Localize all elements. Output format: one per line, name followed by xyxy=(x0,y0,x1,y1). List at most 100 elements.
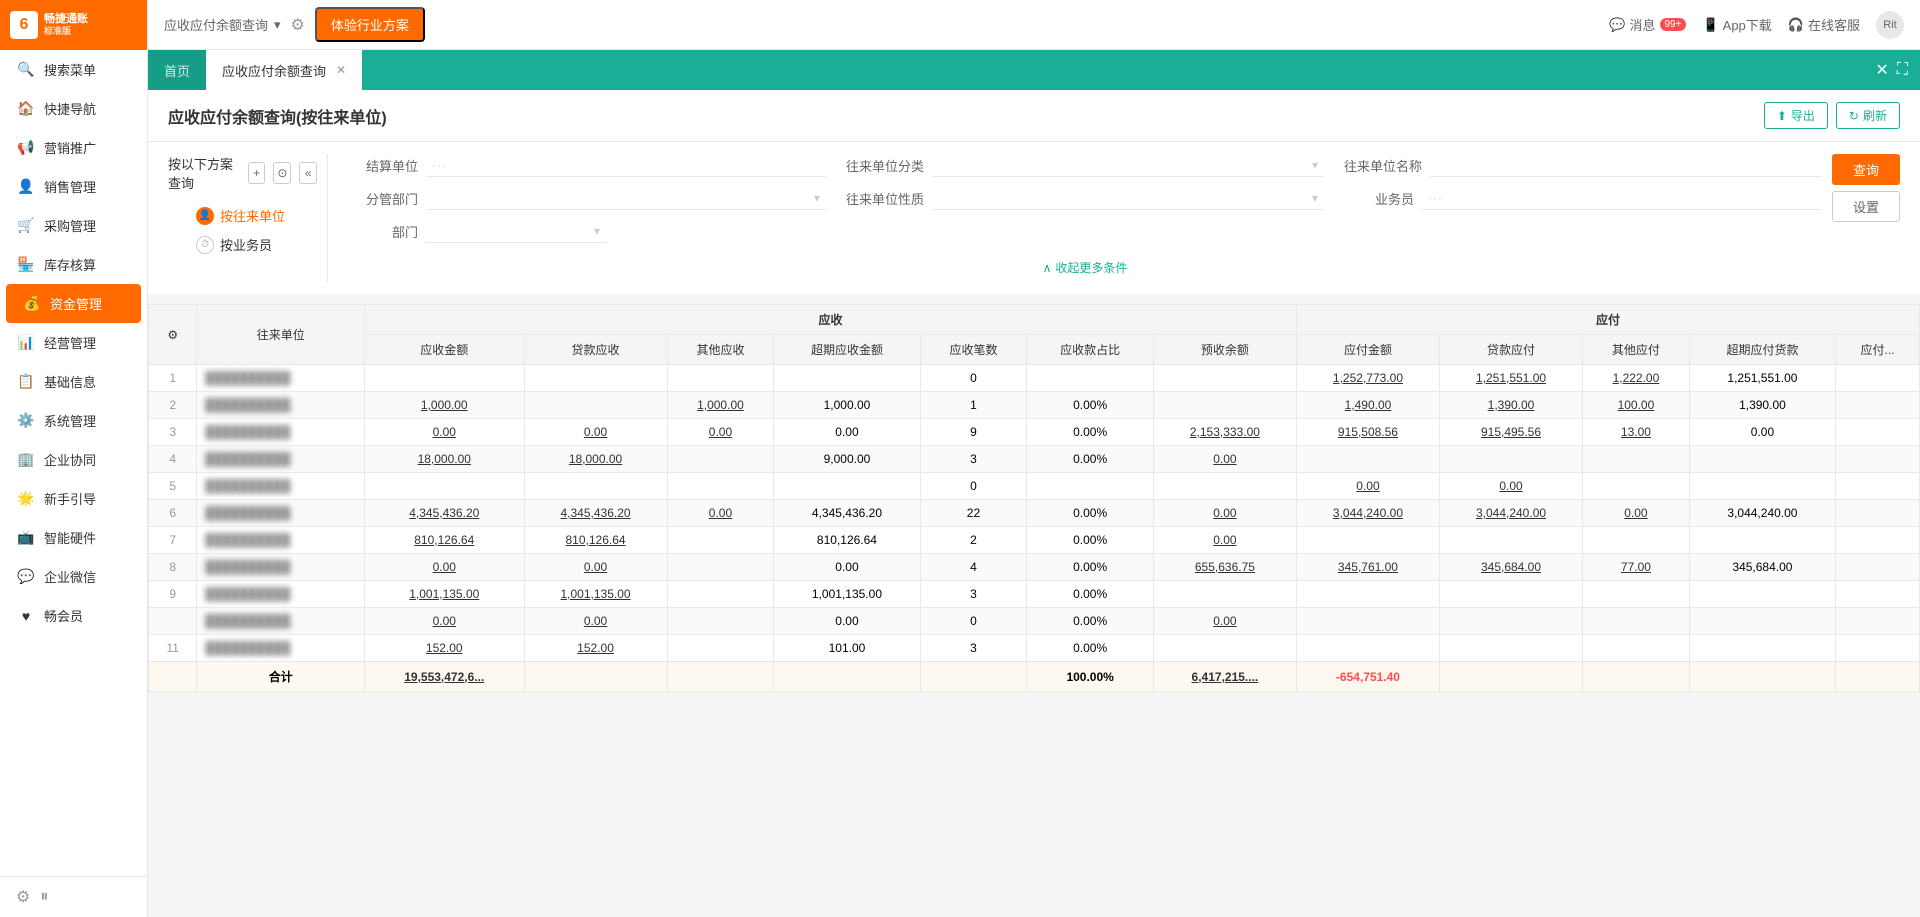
footer-ar-ratio: 100.00% xyxy=(1027,662,1154,692)
vendor-name-input[interactable] xyxy=(1430,154,1822,177)
table-settings-icon[interactable]: ⚙ xyxy=(167,328,178,342)
footer-ap-other xyxy=(1583,662,1690,692)
sidebar-item-search-menu[interactable]: 🔍 搜索菜单 xyxy=(0,50,147,89)
vendor-nature-select[interactable]: ▾ xyxy=(932,187,1324,210)
home-icon: 🏠 xyxy=(16,100,36,117)
filter-form: 结算单位 ··· 往来单位分类 ▾ xyxy=(348,154,1822,282)
sidebar-item-corp[interactable]: 🏢 企业协同 xyxy=(0,440,147,479)
sidebar-label-quicknav: 快捷导航 xyxy=(44,99,96,118)
vendor-nature-label: 往来单位性质 xyxy=(846,189,924,208)
sidebar-collapse-icon[interactable]: ⏸ xyxy=(40,888,48,906)
export-button[interactable]: ⬆ 导出 xyxy=(1764,102,1828,129)
settlement-unit-dots[interactable]: ··· xyxy=(426,154,826,177)
sidebar-item-hardware[interactable]: 📺 智能硬件 xyxy=(0,518,147,557)
th-ap-other: 其他应付 xyxy=(1583,335,1690,365)
sales-icon: 👤 xyxy=(16,178,36,195)
breadcrumb-arrow[interactable]: ▾ xyxy=(274,17,281,33)
filter-edit-btn[interactable]: ⊙ xyxy=(273,162,291,184)
footer-ar-prepay[interactable]: 6,417,215.... xyxy=(1153,662,1296,692)
sidebar-item-sales[interactable]: 👤 销售管理 xyxy=(0,167,147,206)
th-settings[interactable]: ⚙ xyxy=(149,305,197,365)
sidebar-item-member[interactable]: ♥ 畅会员 xyxy=(0,596,147,635)
table-row: 5██████████00.000.00 xyxy=(149,473,1920,500)
dept-chevron-icon: ▾ xyxy=(814,191,820,205)
filter-collapse-btn[interactable]: « xyxy=(299,162,317,184)
filter-header: 按以下方案查询 + ⊙ « xyxy=(168,154,317,192)
footer-ap-loan xyxy=(1439,662,1582,692)
th-ar-other: 其他应收 xyxy=(667,335,774,365)
tab-ar-ap[interactable]: 应收应付余额查询 ✕ xyxy=(206,50,362,90)
user-text: Rit xyxy=(1883,19,1896,31)
sidebar-logo: 6 畅捷通账 标准版 xyxy=(0,0,147,50)
tab-close-icon[interactable]: ✕ xyxy=(336,63,346,77)
tabbar: 首页 应收应付余额查询 ✕ ✕ ⛶ xyxy=(148,50,1920,90)
footer-ar-amount[interactable]: 19,553,472,6... xyxy=(365,662,524,692)
th-ap-group: 应付 xyxy=(1296,305,1919,335)
app-download-button[interactable]: 📱 App下载 xyxy=(1702,15,1771,34)
tab-expand-icon[interactable]: ⛶ xyxy=(1897,61,1908,79)
sidebar-item-marketing[interactable]: 📢 营销推广 xyxy=(0,128,147,167)
table-row: 1██████████01,252,773.001,251,551.001,22… xyxy=(149,365,1920,392)
sidebar-label-inventory: 库存核算 xyxy=(44,255,96,274)
sidebar-bottom: ⚙ ⏸ xyxy=(0,876,147,917)
th-ap-amount: 应付金额 xyxy=(1296,335,1439,365)
sidebar-label-hardware: 智能硬件 xyxy=(44,528,96,547)
dept2-select[interactable]: ▾ xyxy=(426,220,606,243)
footer-ar-overdue xyxy=(774,662,920,692)
page-header: 应收应付余额查询(按往来单位) ⬆ 导出 ↻ 刷新 xyxy=(148,90,1920,142)
sidebar-item-guide[interactable]: 🌟 新手引导 xyxy=(0,479,147,518)
sidebar-item-operation[interactable]: 📊 经营管理 xyxy=(0,323,147,362)
marketing-icon: 📢 xyxy=(16,139,36,156)
collapse-more-btn[interactable]: ∧ 收起更多条件 xyxy=(348,253,1822,282)
sidebar-item-inventory[interactable]: 🏪 库存核算 xyxy=(0,245,147,284)
salesman-label: 业务员 xyxy=(1344,189,1414,208)
promo-button[interactable]: 体验行业方案 xyxy=(315,7,425,42)
setting-button[interactable]: 设置 xyxy=(1832,191,1900,222)
sidebar-item-basic[interactable]: 📋 基础信息 xyxy=(0,362,147,401)
sidebar-label-guide: 新手引导 xyxy=(44,489,96,508)
nature-chevron-icon: ▾ xyxy=(1312,191,1318,205)
footer-ar-other xyxy=(667,662,774,692)
sidebar-item-finance[interactable]: 💰 资金管理 xyxy=(6,284,141,323)
table-row: ██████████0.000.000.0000.00%0.00 xyxy=(149,608,1920,635)
query-button[interactable]: 查询 xyxy=(1832,154,1900,185)
table-row: 4██████████18,000.0018,000.009,000.0030.… xyxy=(149,446,1920,473)
message-badge: 99+ xyxy=(1660,18,1687,31)
tab-minimize-icon[interactable]: ✕ xyxy=(1875,60,1888,80)
sidebar-item-purchase[interactable]: 🛒 采购管理 xyxy=(0,206,147,245)
filter-option-by-vendor[interactable]: 👤 按往来单位 xyxy=(188,202,317,229)
footer-ar-loan xyxy=(524,662,667,692)
filter-row-3: 部门 ▾ xyxy=(348,220,1822,243)
filter-row-1: 结算单位 ··· 往来单位分类 ▾ xyxy=(348,154,1822,177)
th-ar-ratio: 应收款占比 xyxy=(1027,335,1154,365)
tab-home[interactable]: 首页 xyxy=(148,50,206,90)
table-row: 2██████████1,000.001,000.001,000.0010.00… xyxy=(149,392,1920,419)
filter-option-by-salesman[interactable]: ⏱ 按业务员 xyxy=(188,231,317,258)
tabbar-actions: ✕ ⛶ xyxy=(1875,60,1920,80)
hardware-icon: 📺 xyxy=(16,529,36,546)
th-ar-amount: 应收金额 xyxy=(365,335,524,365)
sidebar-settings-icon[interactable]: ⚙ xyxy=(16,887,30,907)
filter-add-btn[interactable]: + xyxy=(248,162,266,184)
sidebar-item-system[interactable]: ⚙️ 系统管理 xyxy=(0,401,147,440)
th-ap-loan: 贷款应付 xyxy=(1439,335,1582,365)
footer-ar-count xyxy=(920,662,1027,692)
system-icon: ⚙️ xyxy=(16,412,36,429)
sidebar-label-system: 系统管理 xyxy=(44,411,96,430)
message-button[interactable]: 💬 消息 99+ xyxy=(1609,15,1686,34)
refresh-icon: ↻ xyxy=(1849,109,1859,123)
refresh-button[interactable]: ↻ 刷新 xyxy=(1836,102,1900,129)
operation-icon: 📊 xyxy=(16,334,36,351)
vendor-category-select[interactable]: ▾ xyxy=(932,154,1324,177)
dept-select[interactable]: ▾ xyxy=(426,187,826,210)
user-avatar[interactable]: Rit xyxy=(1876,11,1904,39)
sidebar-item-quick-nav[interactable]: 🏠 快捷导航 xyxy=(0,89,147,128)
dept2-label: 部门 xyxy=(348,222,418,241)
salesman-dots[interactable]: ··· xyxy=(1422,187,1822,210)
sidebar-label-operation: 经营管理 xyxy=(44,333,96,352)
breadcrumb: 应收应付余额查询 ▾ xyxy=(164,15,281,34)
sidebar-item-wechat[interactable]: 💬 企业微信 xyxy=(0,557,147,596)
topbar-gear-icon[interactable]: ⚙ xyxy=(291,15,305,35)
support-button[interactable]: 🎧 在线客服 xyxy=(1788,15,1860,34)
sidebar-label-sales: 销售管理 xyxy=(44,177,96,196)
